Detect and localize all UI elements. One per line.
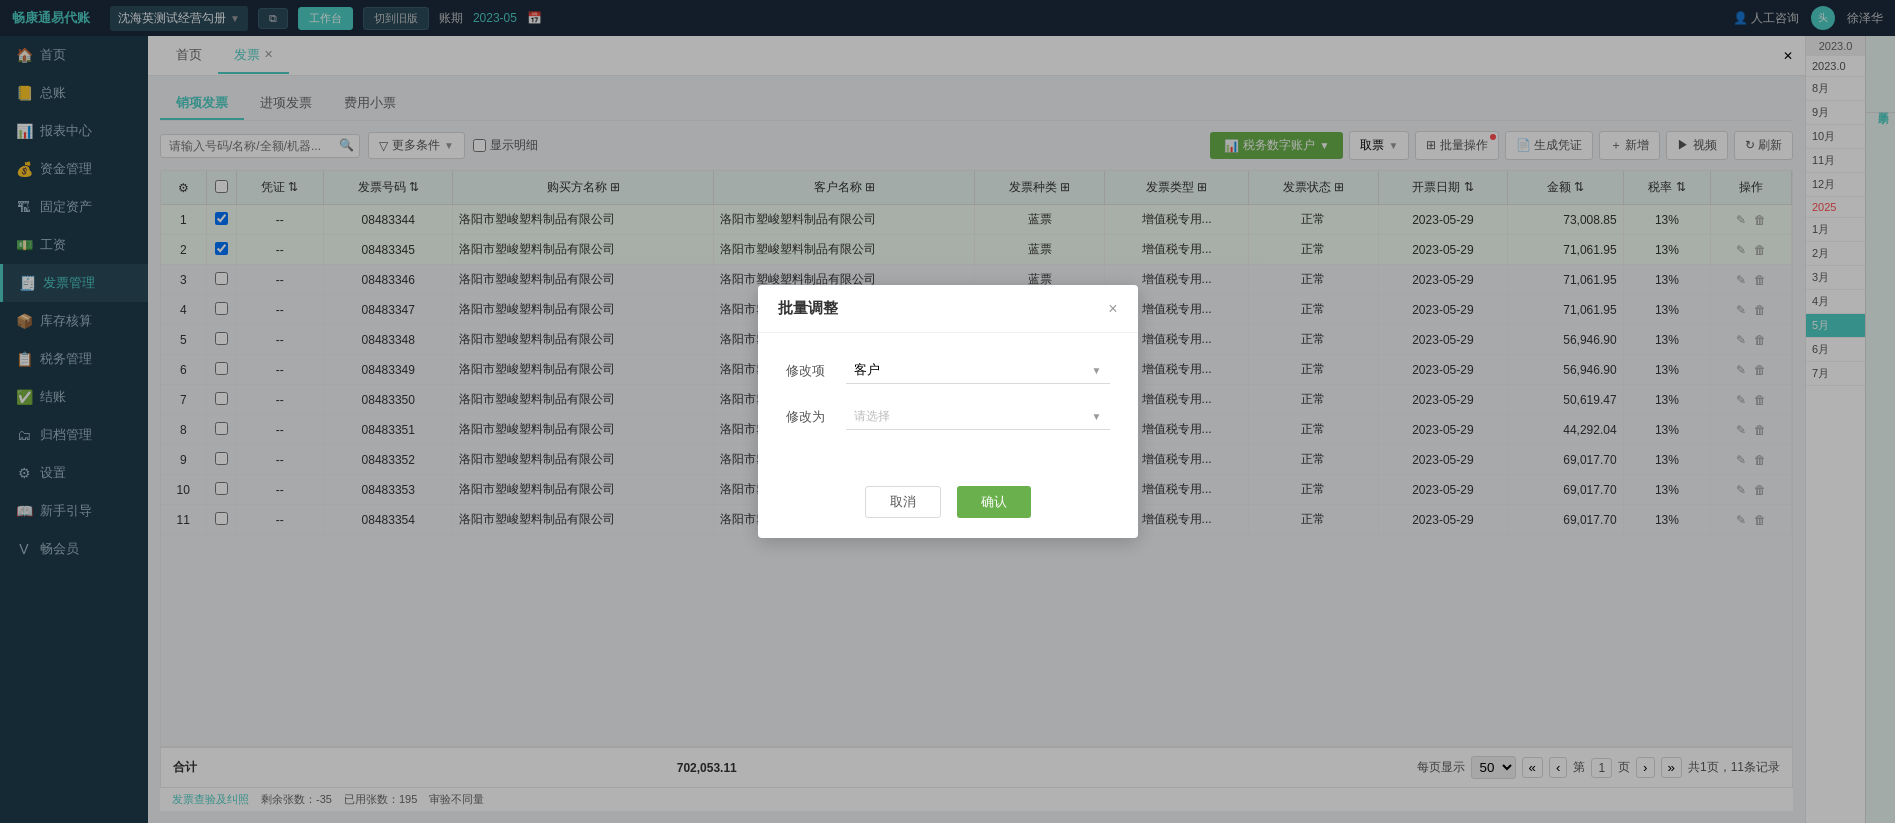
field-label: 修改项: [786, 362, 846, 380]
field-select-chevron-icon: ▼: [1092, 365, 1102, 376]
value-select-chevron-icon: ▼: [1092, 411, 1102, 422]
value-select[interactable]: 请选择 ▼: [846, 404, 1110, 430]
modal-header: 批量调整 ×: [758, 285, 1138, 333]
form-row-value: 修改为 请选择 ▼: [786, 404, 1110, 430]
modal-close-button[interactable]: ×: [1108, 300, 1117, 318]
modal-body: 修改项 客户 ▼ 修改为 请选择 ▼: [758, 333, 1138, 474]
modal-footer: 取消 确认: [758, 474, 1138, 538]
form-row-field: 修改项 客户 ▼: [786, 357, 1110, 384]
modal-overlay: 批量调整 × 修改项 客户 ▼ 修改为 请选择 ▼ 取消 确认: [0, 0, 1895, 823]
value-label: 修改为: [786, 408, 846, 426]
modal-title: 批量调整: [778, 299, 838, 318]
field-select[interactable]: 客户 ▼: [846, 357, 1110, 384]
confirm-button[interactable]: 确认: [957, 486, 1031, 518]
batch-adjust-modal: 批量调整 × 修改项 客户 ▼ 修改为 请选择 ▼ 取消 确认: [758, 285, 1138, 538]
cancel-button[interactable]: 取消: [865, 486, 941, 518]
